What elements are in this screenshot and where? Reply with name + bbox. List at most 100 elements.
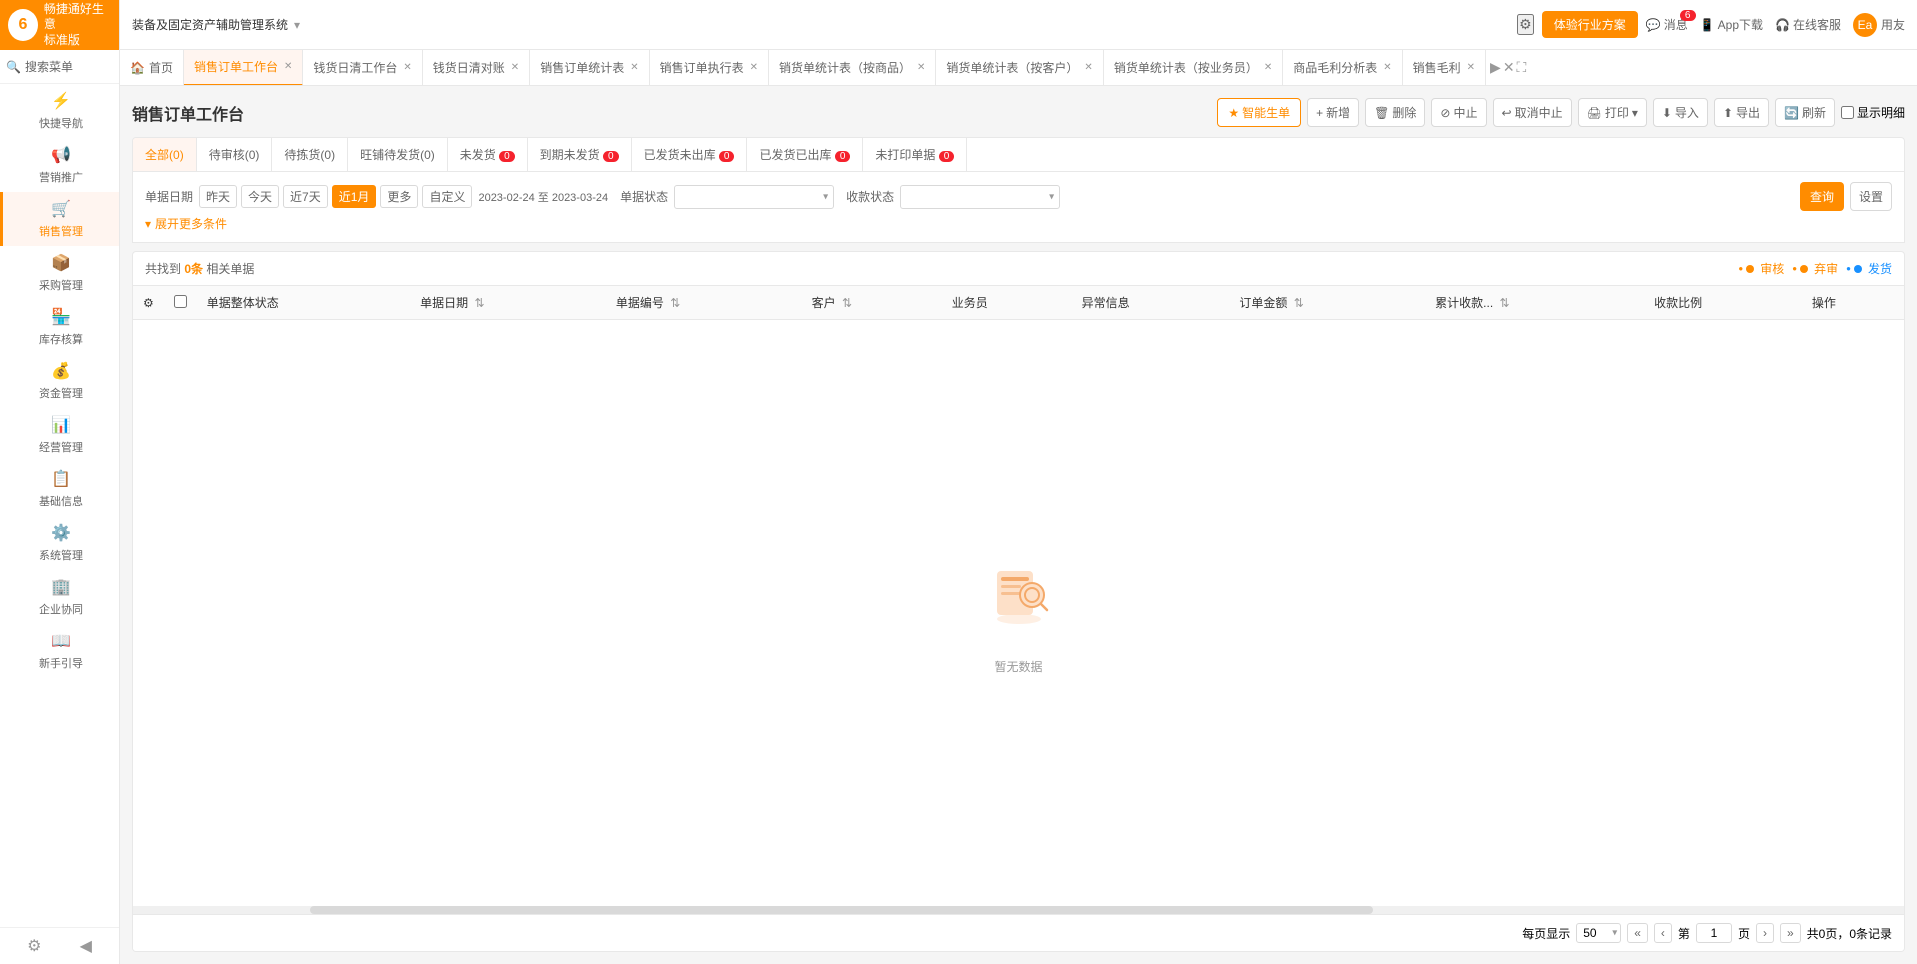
th-operation: 操作 [1802, 286, 1904, 320]
tab-close-gross-margin[interactable]: ✕ [1383, 62, 1391, 73]
horizontal-scrollbar[interactable] [133, 906, 1904, 914]
quick-nav-icon: ⚡ [51, 91, 71, 111]
subtab-not-printed[interactable]: 未打印单据 0 [863, 138, 967, 171]
tab-sales-workbench[interactable]: 销售订单工作台 ✕ [184, 50, 303, 86]
review-btn[interactable]: 审核 [1738, 260, 1784, 277]
tab-sales-stats[interactable]: 销售订单统计表 ✕ [530, 50, 649, 86]
th-number[interactable]: 单据编号 ⇅ [606, 286, 802, 320]
export-btn[interactable]: ⬆ 导出 [1714, 98, 1769, 127]
expand-conditions-btn[interactable]: ▾ 展开更多条件 [145, 215, 1892, 232]
status-select[interactable] [674, 185, 834, 209]
tab-sales-summary-staff[interactable]: 销货单统计表（按业务员） ✕ [1104, 50, 1283, 86]
date-btn-1month[interactable]: 近1月 [332, 185, 377, 208]
tab-gross-margin[interactable]: 商品毛利分析表 ✕ [1283, 50, 1402, 86]
tab-home[interactable]: 🏠 首页 [120, 50, 184, 86]
subtab-all[interactable]: 全部(0) [133, 138, 197, 171]
th-date[interactable]: 单据日期 ⇅ [410, 286, 606, 320]
query-btn[interactable]: 查询 [1800, 182, 1844, 211]
sidebar-item-inventory[interactable]: 🏪 库存核算 [0, 300, 119, 354]
sidebar-item-finance[interactable]: 💰 资金管理 [0, 354, 119, 408]
sidebar-item-enterprise[interactable]: 🏢 企业协同 [0, 570, 119, 624]
tab-cash-reconcile[interactable]: 钱货日清对账 ✕ [423, 50, 530, 86]
industry-plan-btn[interactable]: 体验行业方案 [1542, 11, 1638, 38]
date-btn-more[interactable]: 更多 [380, 185, 418, 208]
show-detail-checkbox[interactable] [1841, 106, 1854, 119]
delete-btn[interactable]: 🗑 删除 [1365, 98, 1425, 127]
prev-page-btn[interactable]: ‹ [1654, 923, 1672, 943]
page-input[interactable] [1696, 923, 1732, 943]
date-btn-yesterday[interactable]: 昨天 [199, 185, 237, 208]
online-service-btn[interactable]: 🎧 在线客服 [1775, 16, 1841, 33]
sidebar-item-guide[interactable]: 📖 新手引导 [0, 624, 119, 678]
last-page-btn[interactable]: » [1780, 923, 1801, 943]
ship-btn[interactable]: 发货 [1846, 260, 1892, 277]
topbar-settings-icon[interactable]: ⚙ [1517, 14, 1534, 35]
tab-close-sales-summary-staff[interactable]: ✕ [1264, 62, 1272, 73]
sidebar-item-operations[interactable]: 📊 经营管理 [0, 408, 119, 462]
search-icon: 🔍 [6, 60, 21, 74]
date-btn-7days[interactable]: 近7天 [283, 185, 328, 208]
payment-select[interactable] [900, 185, 1060, 209]
print-btn[interactable]: 🖨 打印 ▾ [1578, 98, 1647, 127]
tab-close-sales-workbench[interactable]: ✕ [284, 61, 292, 72]
tab-sales-gross[interactable]: 销售毛利 ✕ [1403, 50, 1486, 86]
search-menu[interactable]: 🔍 搜索菜单 [0, 50, 119, 84]
import-btn[interactable]: ⬇ 导入 [1653, 98, 1708, 127]
cancel-review-btn[interactable]: 弃审 [1792, 260, 1838, 277]
setting-filter-btn[interactable]: 设置 [1850, 182, 1892, 211]
operation-col-label: 操作 [1812, 296, 1836, 310]
tab-close-sales-summary-product[interactable]: ✕ [917, 62, 925, 73]
subtab-wangpu[interactable]: 旺铺待发货(0) [348, 138, 448, 171]
subtab-not-shipped[interactable]: 未发货 0 [448, 138, 528, 171]
sidebar-item-basic-info[interactable]: 📋 基础信息 [0, 462, 119, 516]
select-all-checkbox[interactable] [174, 295, 187, 308]
subtab-shipped-not-out[interactable]: 已发货未出库 0 [632, 138, 748, 171]
app-download-btn[interactable]: 📱 App下载 [1700, 16, 1763, 33]
tab-scroll-right-btn[interactable]: ▶ [1490, 59, 1501, 76]
tab-cash-clear-label: 钱货日清工作台 [313, 59, 397, 76]
sidebar-item-quick-nav[interactable]: ⚡ 快捷导航 [0, 84, 119, 138]
sidebar-item-sales[interactable]: 🛒 销售管理 [0, 192, 119, 246]
date-filter-label: 单据日期 [145, 188, 193, 205]
subtab-pending-review[interactable]: 待审核(0) [197, 138, 273, 171]
sidebar-settings-btn[interactable]: ⚙ [27, 936, 41, 956]
tab-sales-summary-customer[interactable]: 销货单统计表（按客户） ✕ [936, 50, 1103, 86]
first-page-btn[interactable]: « [1627, 923, 1648, 943]
date-btn-today[interactable]: 今天 [241, 185, 279, 208]
sidebar-item-purchase[interactable]: 📦 采购管理 [0, 246, 119, 300]
column-settings-icon[interactable]: ⚙ [143, 296, 154, 310]
page-size-select[interactable]: 20 50 100 200 [1576, 923, 1621, 943]
th-amount[interactable]: 订单金额 ⇅ [1229, 286, 1425, 320]
tab-close-cash-clear[interactable]: ✕ [403, 62, 411, 73]
stop-btn[interactable]: ⊘ 中止 [1431, 98, 1486, 127]
tab-close-sales-summary-customer[interactable]: ✕ [1084, 62, 1092, 73]
message-icon-btn[interactable]: 💬 消息 6 [1646, 16, 1688, 33]
tab-maximize-btn[interactable]: ⛶ [1517, 59, 1527, 76]
th-customer[interactable]: 客户 ⇅ [802, 286, 942, 320]
subtab-expired-not-shipped[interactable]: 到期未发货 0 [528, 138, 632, 171]
refresh-btn[interactable]: 🔄 刷新 [1775, 98, 1835, 127]
subtab-pending-inspect[interactable]: 待拣货(0) [272, 138, 348, 171]
tab-close-sales-exec[interactable]: ✕ [750, 62, 758, 73]
tab-close-all-btn[interactable]: ✕ [1503, 59, 1515, 76]
date-btn-custom[interactable]: 自定义 [422, 185, 472, 208]
cancel-stop-btn[interactable]: ↩ 取消中止 [1493, 98, 1572, 127]
tab-sales-summary-product[interactable]: 销货单统计表（按商品） ✕ [769, 50, 936, 86]
user-menu[interactable]: Ea 用友 [1853, 13, 1905, 37]
page-label: 第 [1678, 925, 1690, 942]
tab-close-sales-gross[interactable]: ✕ [1467, 62, 1475, 73]
sidebar-collapse-btn[interactable]: ◀ [80, 936, 92, 956]
next-page-btn[interactable]: › [1756, 923, 1774, 943]
tab-close-cash-reconcile[interactable]: ✕ [511, 62, 519, 73]
sidebar-item-system[interactable]: ⚙️ 系统管理 [0, 516, 119, 570]
smart-create-btn[interactable]: ★ 智能生单 [1217, 98, 1301, 127]
th-collected[interactable]: 累计收款... ⇅ [1425, 286, 1644, 320]
subtab-shipped-out[interactable]: 已发货已出库 0 [747, 138, 863, 171]
add-btn[interactable]: + 新增 [1307, 98, 1359, 127]
th-staff[interactable]: 业务员 [942, 286, 1072, 320]
tab-sales-exec[interactable]: 销售订单执行表 ✕ [650, 50, 769, 86]
scroll-thumb[interactable] [310, 906, 1373, 914]
tab-cash-clear[interactable]: 钱货日清工作台 ✕ [303, 50, 422, 86]
tab-close-sales-stats[interactable]: ✕ [630, 62, 638, 73]
sidebar-item-marketing[interactable]: 📢 营销推广 [0, 138, 119, 192]
